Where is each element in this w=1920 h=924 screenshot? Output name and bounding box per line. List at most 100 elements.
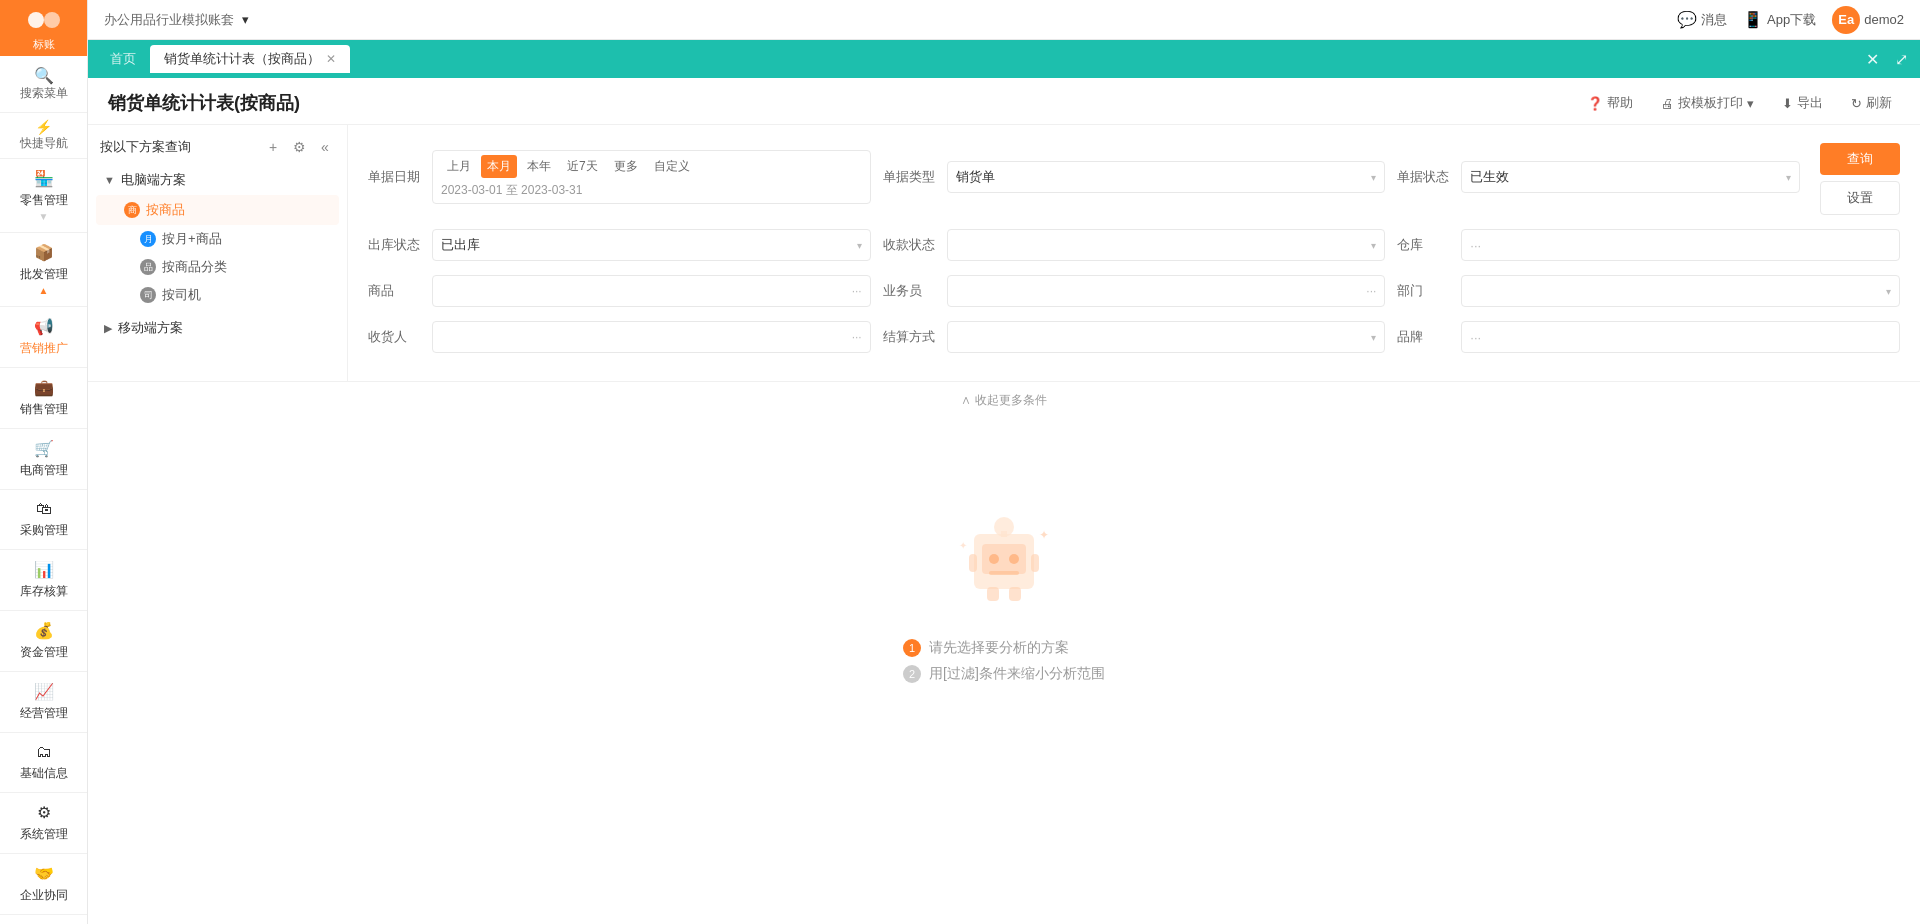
sidebar-item-sales[interactable]: 💼 销售管理 bbox=[0, 368, 87, 429]
settlement-arrow: ▾ bbox=[1371, 332, 1376, 343]
ecommerce-label: 电商管理 bbox=[20, 462, 68, 479]
sidebar-item-marketing[interactable]: 📢 营销推广 bbox=[0, 307, 87, 368]
message-button[interactable]: 💬 消息 bbox=[1677, 10, 1727, 29]
sidebar-item-inventory[interactable]: 📊 库存核算 bbox=[0, 550, 87, 611]
user-menu[interactable]: Ea demo2 bbox=[1832, 6, 1904, 34]
product-dots: ··· bbox=[852, 284, 862, 298]
warehouse-control[interactable]: 已出库 ▾ bbox=[432, 229, 871, 261]
tab-close-all[interactable]: ✕ bbox=[1862, 50, 1883, 69]
sidebar-search-menu[interactable]: 🔍 搜索菜单 bbox=[0, 56, 87, 113]
wholesale-label: 批发管理 bbox=[20, 266, 68, 283]
doc-type-field: 单据类型 销货单 ▾ bbox=[883, 161, 1386, 193]
sidebar-item-system[interactable]: ⚙ 系统管理 bbox=[0, 793, 87, 854]
date-control[interactable]: 上月 本月 本年 近7天 更多 自定义 2023-03-01 至 2023-03… bbox=[432, 150, 871, 204]
salesperson-control[interactable]: ··· bbox=[947, 275, 1386, 307]
doc-type-control[interactable]: 销货单 ▾ bbox=[947, 161, 1386, 193]
tab-bar: 首页 销货单统计计表（按商品） ✕ ✕ ⤢ bbox=[88, 40, 1920, 78]
add-scheme-button[interactable]: + bbox=[263, 137, 283, 157]
help-button[interactable]: ❓ 帮助 bbox=[1579, 90, 1641, 116]
doc-status-control[interactable]: 已生效 ▾ bbox=[1461, 161, 1800, 193]
query-button[interactable]: 查询 bbox=[1820, 143, 1900, 175]
help-label: 帮助 bbox=[1607, 94, 1633, 112]
salesperson-dots: ··· bbox=[1366, 284, 1376, 298]
collapse-panel-button[interactable]: « bbox=[315, 137, 335, 157]
receiver-control[interactable]: ··· bbox=[432, 321, 871, 353]
inventory-label: 库存核算 bbox=[20, 583, 68, 600]
tab-maximize[interactable]: ⤢ bbox=[1891, 50, 1912, 69]
receiver-dots: ··· bbox=[852, 330, 862, 344]
filter-row-3: 商品 ··· 业务员 ··· bbox=[368, 275, 1900, 307]
sidebar-item-enterprise[interactable]: 🤝 企业协同 bbox=[0, 854, 87, 915]
tree-mobile-header[interactable]: ▶ 移动端方案 bbox=[96, 313, 339, 343]
date-field: 单据日期 上月 本月 本年 近7天 更多 自定义 20 bbox=[368, 150, 871, 204]
sidebar-item-retail[interactable]: 🏪 零售管理 ▼ bbox=[0, 159, 87, 233]
export-button[interactable]: ⬇ 导出 bbox=[1774, 90, 1831, 116]
settlement-control[interactable]: ▾ bbox=[947, 321, 1386, 353]
refresh-icon: ↻ bbox=[1851, 96, 1862, 111]
sidebar-item-finance[interactable]: 💰 资金管理 bbox=[0, 611, 87, 672]
refresh-button[interactable]: ↻ 刷新 bbox=[1843, 90, 1900, 116]
sidebar-item-wholesale[interactable]: 📦 批发管理 ▲ bbox=[0, 233, 87, 307]
app-download-button[interactable]: 📱 App下载 bbox=[1743, 10, 1816, 29]
tree-collapse-icon: ▶ bbox=[104, 322, 112, 335]
tree-item-by-product[interactable]: 商 按商品 bbox=[96, 195, 339, 225]
content-wrapper: 销货单统计计表(按商品) ❓ 帮助 🖨 按模板打印 ▾ ⬇ 导出 bbox=[88, 78, 1920, 924]
by-category-icon: 品 bbox=[140, 259, 156, 275]
tab-close-icon[interactable]: ✕ bbox=[326, 52, 336, 66]
finance-label: 资金管理 bbox=[20, 644, 68, 661]
collapse-bar[interactable]: ∧ 收起更多条件 bbox=[88, 381, 1920, 419]
date-tab-7days[interactable]: 近7天 bbox=[561, 155, 604, 178]
page-title-bar: 销货单统计计表(按商品) ❓ 帮助 🖨 按模板打印 ▾ ⬇ 导出 bbox=[88, 78, 1920, 125]
date-tab-more[interactable]: 更多 bbox=[608, 155, 644, 178]
settlement-label: 结算方式 bbox=[883, 328, 939, 346]
sidebar-logo: 标账 bbox=[0, 0, 88, 56]
tree-item-by-month-product[interactable]: 月 按月+商品 bbox=[96, 225, 339, 253]
left-panel-title: 按以下方案查询 bbox=[100, 138, 191, 156]
payment-control[interactable]: ▾ bbox=[947, 229, 1386, 261]
page-content: 销货单统计计表(按商品) ❓ 帮助 🖨 按模板打印 ▾ ⬇ 导出 bbox=[88, 78, 1920, 924]
date-tab-this-month[interactable]: 本月 bbox=[481, 155, 517, 178]
date-tab-custom[interactable]: 自定义 bbox=[648, 155, 696, 178]
doc-status-value: 已生效 bbox=[1470, 168, 1782, 186]
storage-control[interactable]: ··· bbox=[1461, 229, 1900, 261]
tab-sales-stats[interactable]: 销货单统计计表（按商品） ✕ bbox=[150, 45, 350, 73]
sidebar-item-operations[interactable]: 📈 经营管理 bbox=[0, 672, 87, 733]
by-driver-icon: 司 bbox=[140, 287, 156, 303]
sidebar-quick-nav[interactable]: ⚡ 快捷导航 bbox=[0, 113, 87, 159]
date-tab-this-year[interactable]: 本年 bbox=[521, 155, 557, 178]
svg-rect-6 bbox=[989, 571, 1019, 575]
date-tab-last-month[interactable]: 上月 bbox=[441, 155, 477, 178]
sidebar-item-purchase[interactable]: 🛍 采购管理 bbox=[0, 490, 87, 550]
tab-home[interactable]: 首页 bbox=[96, 45, 150, 73]
svg-text:✦: ✦ bbox=[959, 540, 967, 551]
department-arrow: ▾ bbox=[1886, 286, 1891, 297]
brand-control[interactable]: ··· bbox=[1461, 321, 1900, 353]
svg-rect-9 bbox=[987, 587, 999, 601]
logo-icon bbox=[26, 5, 62, 35]
main-area: 办公用品行业模拟账套 ▾ 💬 消息 📱 App下载 Ea demo2 首页 bbox=[88, 0, 1920, 924]
tip-2-text: 用[过滤]条件来缩小分析范围 bbox=[929, 665, 1105, 683]
receiver-field: 收货人 ··· bbox=[368, 321, 871, 353]
department-control[interactable]: ▾ bbox=[1461, 275, 1900, 307]
sidebar-item-newuser[interactable]: 🎯 新手引导 bbox=[0, 915, 87, 924]
tree-item-by-category[interactable]: 品 按商品分类 bbox=[96, 253, 339, 281]
payment-label: 收款状态 bbox=[883, 236, 939, 254]
search-menu-label: 搜索菜单 bbox=[0, 85, 87, 102]
payment-arrow: ▾ bbox=[1371, 240, 1376, 251]
industry-dropdown[interactable]: ▾ bbox=[242, 12, 249, 27]
settings-scheme-button[interactable]: ⚙ bbox=[289, 137, 309, 157]
marketing-label: 营销推广 bbox=[20, 340, 68, 357]
settings-button[interactable]: 设置 bbox=[1820, 181, 1900, 215]
by-month-product-icon: 月 bbox=[140, 231, 156, 247]
print-button[interactable]: 🖨 按模板打印 ▾ bbox=[1653, 90, 1762, 116]
enterprise-icon: 🤝 bbox=[34, 864, 54, 883]
product-control[interactable]: ··· bbox=[432, 275, 871, 307]
tree-pc-header[interactable]: ▼ 电脑端方案 bbox=[96, 165, 339, 195]
quick-nav-label: 快捷导航 bbox=[0, 135, 87, 152]
export-icon: ⬇ bbox=[1782, 96, 1793, 111]
sidebar-item-basic[interactable]: 🗂 基础信息 bbox=[0, 733, 87, 793]
top-header: 办公用品行业模拟账套 ▾ 💬 消息 📱 App下载 Ea demo2 bbox=[88, 0, 1920, 40]
filter-row-2: 出库状态 已出库 ▾ 收款状态 ▾ bbox=[368, 229, 1900, 261]
tree-item-by-driver[interactable]: 司 按司机 bbox=[96, 281, 339, 309]
sidebar-item-ecommerce[interactable]: 🛒 电商管理 bbox=[0, 429, 87, 490]
